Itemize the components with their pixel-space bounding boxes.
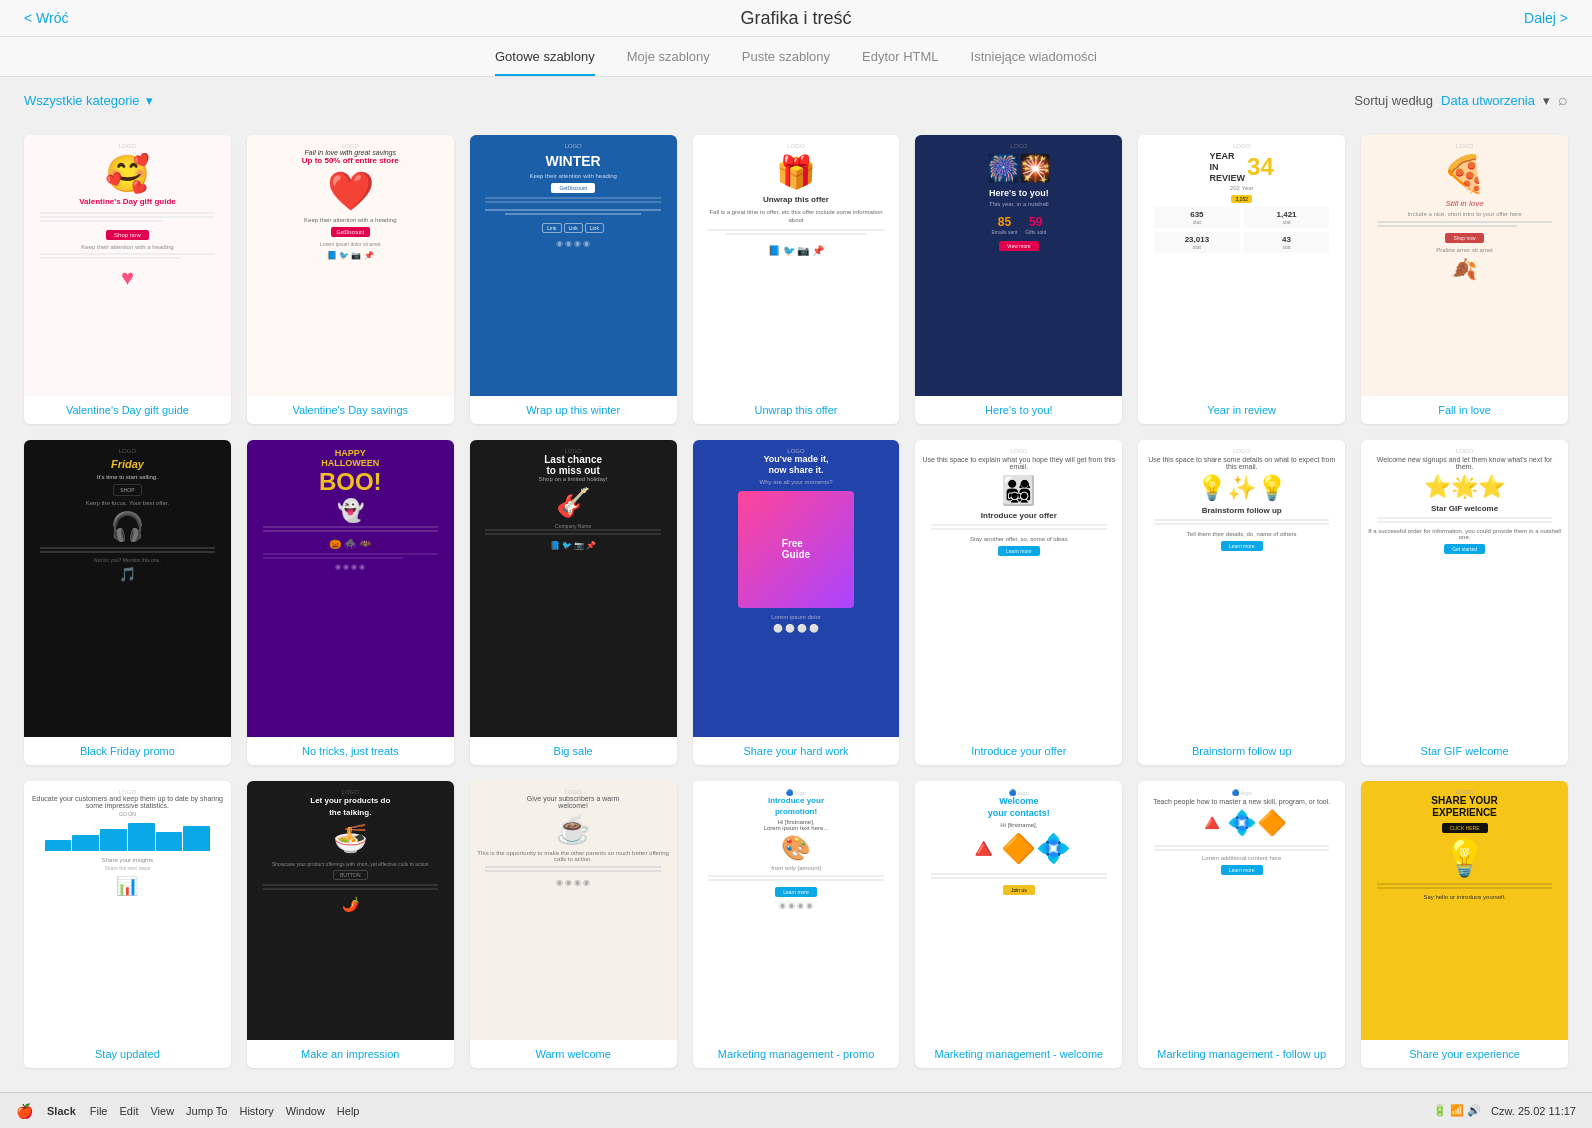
tab-puste[interactable]: Puste szablony bbox=[742, 49, 830, 76]
template-label: Year in review bbox=[1138, 396, 1345, 424]
template-thumbnail-mmfollowup: 🔵logo Teach people how to master a new s… bbox=[1138, 781, 1345, 1040]
template-label: Valentine's Day savings bbox=[247, 396, 454, 424]
sort-prefix: Sortuj według bbox=[1354, 93, 1433, 108]
taskbar-menus: File Edit View Jump To History Window He… bbox=[90, 1105, 360, 1117]
sort-controls: Sortuj według Data utworzenia ▾ ⌕ bbox=[1354, 91, 1568, 109]
tab-html[interactable]: Edytor HTML bbox=[862, 49, 939, 76]
taskbar-icons: 🔋 📶 🔊 bbox=[1433, 1104, 1481, 1117]
template-card-hardwork[interactable]: LOGO You've made it,now share it. Why ar… bbox=[693, 440, 900, 766]
taskbar-time: Czw. 25.02 11:17 bbox=[1491, 1105, 1576, 1117]
menu-help[interactable]: Help bbox=[337, 1105, 360, 1117]
template-card-blackfriday[interactable]: LOGO Friday It's time to start selling. … bbox=[24, 440, 231, 766]
template-card-impression[interactable]: LOGO Let your products dothe talking. 🍜 … bbox=[247, 781, 454, 1068]
apple-icon[interactable]: 🍎 bbox=[16, 1103, 33, 1119]
menu-history[interactable]: History bbox=[239, 1105, 273, 1117]
top-nav: < Wróć Grafika i treść Dalej > bbox=[0, 0, 1592, 37]
template-label: Introduce your offer bbox=[915, 737, 1122, 765]
template-label: Make an impression bbox=[247, 1040, 454, 1068]
template-label: Fall in love bbox=[1361, 396, 1568, 424]
template-card-mmfollowup[interactable]: 🔵logo Teach people how to master a new s… bbox=[1138, 781, 1345, 1068]
template-card-bigsale[interactable]: LOGO Last chanceto miss out Shop on a li… bbox=[470, 440, 677, 766]
template-label: Brainstorm follow up bbox=[1138, 737, 1345, 765]
template-card-brainstorm[interactable]: LOGO Use this space to share some detail… bbox=[1138, 440, 1345, 766]
templates-grid: LOGO 🥰 Valentine's Day gift guide Shop n… bbox=[0, 123, 1592, 1092]
category-filter[interactable]: Wszystkie kategorie ▾ bbox=[24, 93, 153, 108]
back-button[interactable]: < Wróć bbox=[24, 10, 68, 26]
template-thumbnail-impression: LOGO Let your products dothe talking. 🍜 … bbox=[247, 781, 454, 1040]
tab-istniejace[interactable]: Istniejące wiadomości bbox=[971, 49, 1097, 76]
tab-gotowe[interactable]: Gotowe szablony bbox=[495, 49, 595, 76]
template-label: Share your experience bbox=[1361, 1040, 1568, 1068]
template-card-heresto[interactable]: LOGO 🎆🎇 Here's to you! This year, in a n… bbox=[915, 135, 1122, 424]
template-thumbnail-hardwork: LOGO You've made it,now share it. Why ar… bbox=[693, 440, 900, 738]
template-label: Marketing management - promo bbox=[693, 1040, 900, 1068]
template-thumbnail-heresto: LOGO 🎆🎇 Here's to you! This year, in a n… bbox=[915, 135, 1122, 396]
tabs-bar: Gotowe szablony Moje szablony Puste szab… bbox=[0, 37, 1592, 77]
template-card-shareexp[interactable]: LOGO SHARE YOUREXPERIENCE CLICK HERE 💡 S… bbox=[1361, 781, 1568, 1068]
chevron-down-icon: ▾ bbox=[146, 93, 153, 108]
taskbar-left: 🍎 Slack File Edit View Jump To History W… bbox=[16, 1103, 359, 1119]
template-card-valentine-gift[interactable]: LOGO 🥰 Valentine's Day gift guide Shop n… bbox=[24, 135, 231, 424]
template-thumbnail-bigsale: LOGO Last chanceto miss out Shop on a li… bbox=[470, 440, 677, 738]
template-card-unwrap[interactable]: LOGO 🎁 Unwrap this offer Fall is a great… bbox=[693, 135, 900, 424]
template-thumbnail-halloween: HAPPYHALLOWEEN BOO! 👻 🎃 🕷️ 🦇 ◉ ◉ ◉ ◉ bbox=[247, 440, 454, 738]
taskbar-app-name: Slack bbox=[47, 1105, 76, 1117]
template-thumbnail-stayupdated: LOGO Educate your customers and keep the… bbox=[24, 781, 231, 1040]
template-thumbnail-fallinlove: LOGO 🍕 Still in love Include a nice, sho… bbox=[1361, 135, 1568, 396]
template-thumbnail-blackfriday: LOGO Friday It's time to start selling. … bbox=[24, 440, 231, 738]
template-card-stayupdated[interactable]: LOGO Educate your customers and keep the… bbox=[24, 781, 231, 1068]
template-card-halloween[interactable]: HAPPYHALLOWEEN BOO! 👻 🎃 🕷️ 🦇 ◉ ◉ ◉ ◉ No … bbox=[247, 440, 454, 766]
template-card-mmpromo[interactable]: 🔵logo Introduce yourpromotion! Hi [first… bbox=[693, 781, 900, 1068]
template-label: Valentine's Day gift guide bbox=[24, 396, 231, 424]
template-thumbnail-valentine-savings: LOGO Fall in love with great savings Up … bbox=[247, 135, 454, 396]
template-card-warmwelcome[interactable]: LOGO Give your subscribers a warmwelcome… bbox=[470, 781, 677, 1068]
menu-file[interactable]: File bbox=[90, 1105, 108, 1117]
mac-taskbar: 🍎 Slack File Edit View Jump To History W… bbox=[0, 1092, 1592, 1128]
template-card-mmwelcome[interactable]: 🔵logo Welcomeyour contacts! Hi [firstnam… bbox=[915, 781, 1122, 1068]
template-thumbnail-mmpromo: 🔵logo Introduce yourpromotion! Hi [first… bbox=[693, 781, 900, 1040]
template-card-fallinlove[interactable]: LOGO 🍕 Still in love Include a nice, sho… bbox=[1361, 135, 1568, 424]
template-thumbnail-yearreview: LOGO YEARINREVIEW 34 202 Year 3,282 635s… bbox=[1138, 135, 1345, 396]
template-card-stargif[interactable]: LOGO Welcome new signups and let them kn… bbox=[1361, 440, 1568, 766]
taskbar-right: 🔋 📶 🔊 Czw. 25.02 11:17 bbox=[1433, 1104, 1576, 1117]
filter-bar: Wszystkie kategorie ▾ Sortuj według Data… bbox=[0, 77, 1592, 123]
template-thumbnail-brainstorm: LOGO Use this space to share some detail… bbox=[1138, 440, 1345, 738]
chevron-down-icon-sort[interactable]: ▾ bbox=[1543, 93, 1550, 108]
template-thumbnail-introoffer: LOGO Use this space to explain what you … bbox=[915, 440, 1122, 738]
template-label: Marketing management - follow up bbox=[1138, 1040, 1345, 1068]
template-thumbnail-shareexp: LOGO SHARE YOUREXPERIENCE CLICK HERE 💡 S… bbox=[1361, 781, 1568, 1040]
menu-view[interactable]: View bbox=[150, 1105, 174, 1117]
template-thumbnail-stargif: LOGO Welcome new signups and let them kn… bbox=[1361, 440, 1568, 738]
template-label: Here's to you! bbox=[915, 396, 1122, 424]
menu-jumpto[interactable]: Jump To bbox=[186, 1105, 227, 1117]
template-thumbnail-warmwelcome: LOGO Give your subscribers a warmwelcome… bbox=[470, 781, 677, 1040]
template-label: Stay updated bbox=[24, 1040, 231, 1068]
template-thumbnail-valentine-gift: LOGO 🥰 Valentine's Day gift guide Shop n… bbox=[24, 135, 231, 396]
template-card-yearreview[interactable]: LOGO YEARINREVIEW 34 202 Year 3,282 635s… bbox=[1138, 135, 1345, 424]
template-label: Marketing management - welcome bbox=[915, 1040, 1122, 1068]
template-label: Warm welcome bbox=[470, 1040, 677, 1068]
template-label: Star GIF welcome bbox=[1361, 737, 1568, 765]
sort-value[interactable]: Data utworzenia bbox=[1441, 93, 1535, 108]
template-card-introoffer[interactable]: LOGO Use this space to explain what you … bbox=[915, 440, 1122, 766]
template-label: No tricks, just treats bbox=[247, 737, 454, 765]
template-card-winter[interactable]: LOGO WINTER Keep their attention with he… bbox=[470, 135, 677, 424]
menu-edit[interactable]: Edit bbox=[119, 1105, 138, 1117]
template-thumbnail-unwrap: LOGO 🎁 Unwrap this offer Fall is a great… bbox=[693, 135, 900, 396]
search-icon[interactable]: ⌕ bbox=[1558, 91, 1568, 109]
template-thumbnail-mmwelcome: 🔵logo Welcomeyour contacts! Hi [firstnam… bbox=[915, 781, 1122, 1040]
forward-button[interactable]: Dalej > bbox=[1524, 10, 1568, 26]
template-label: Unwrap this offer bbox=[693, 396, 900, 424]
template-label: Wrap up this winter bbox=[470, 396, 677, 424]
template-label: Share your hard work bbox=[693, 737, 900, 765]
template-thumbnail-winter: LOGO WINTER Keep their attention with he… bbox=[470, 135, 677, 396]
tab-moje[interactable]: Moje szablony bbox=[627, 49, 710, 76]
template-label: Black Friday promo bbox=[24, 737, 231, 765]
template-card-valentine-savings[interactable]: LOGO Fall in love with great savings Up … bbox=[247, 135, 454, 424]
template-label: Big sale bbox=[470, 737, 677, 765]
page-title: Grafika i treść bbox=[740, 8, 851, 29]
category-label: Wszystkie kategorie bbox=[24, 93, 140, 108]
menu-window[interactable]: Window bbox=[286, 1105, 325, 1117]
